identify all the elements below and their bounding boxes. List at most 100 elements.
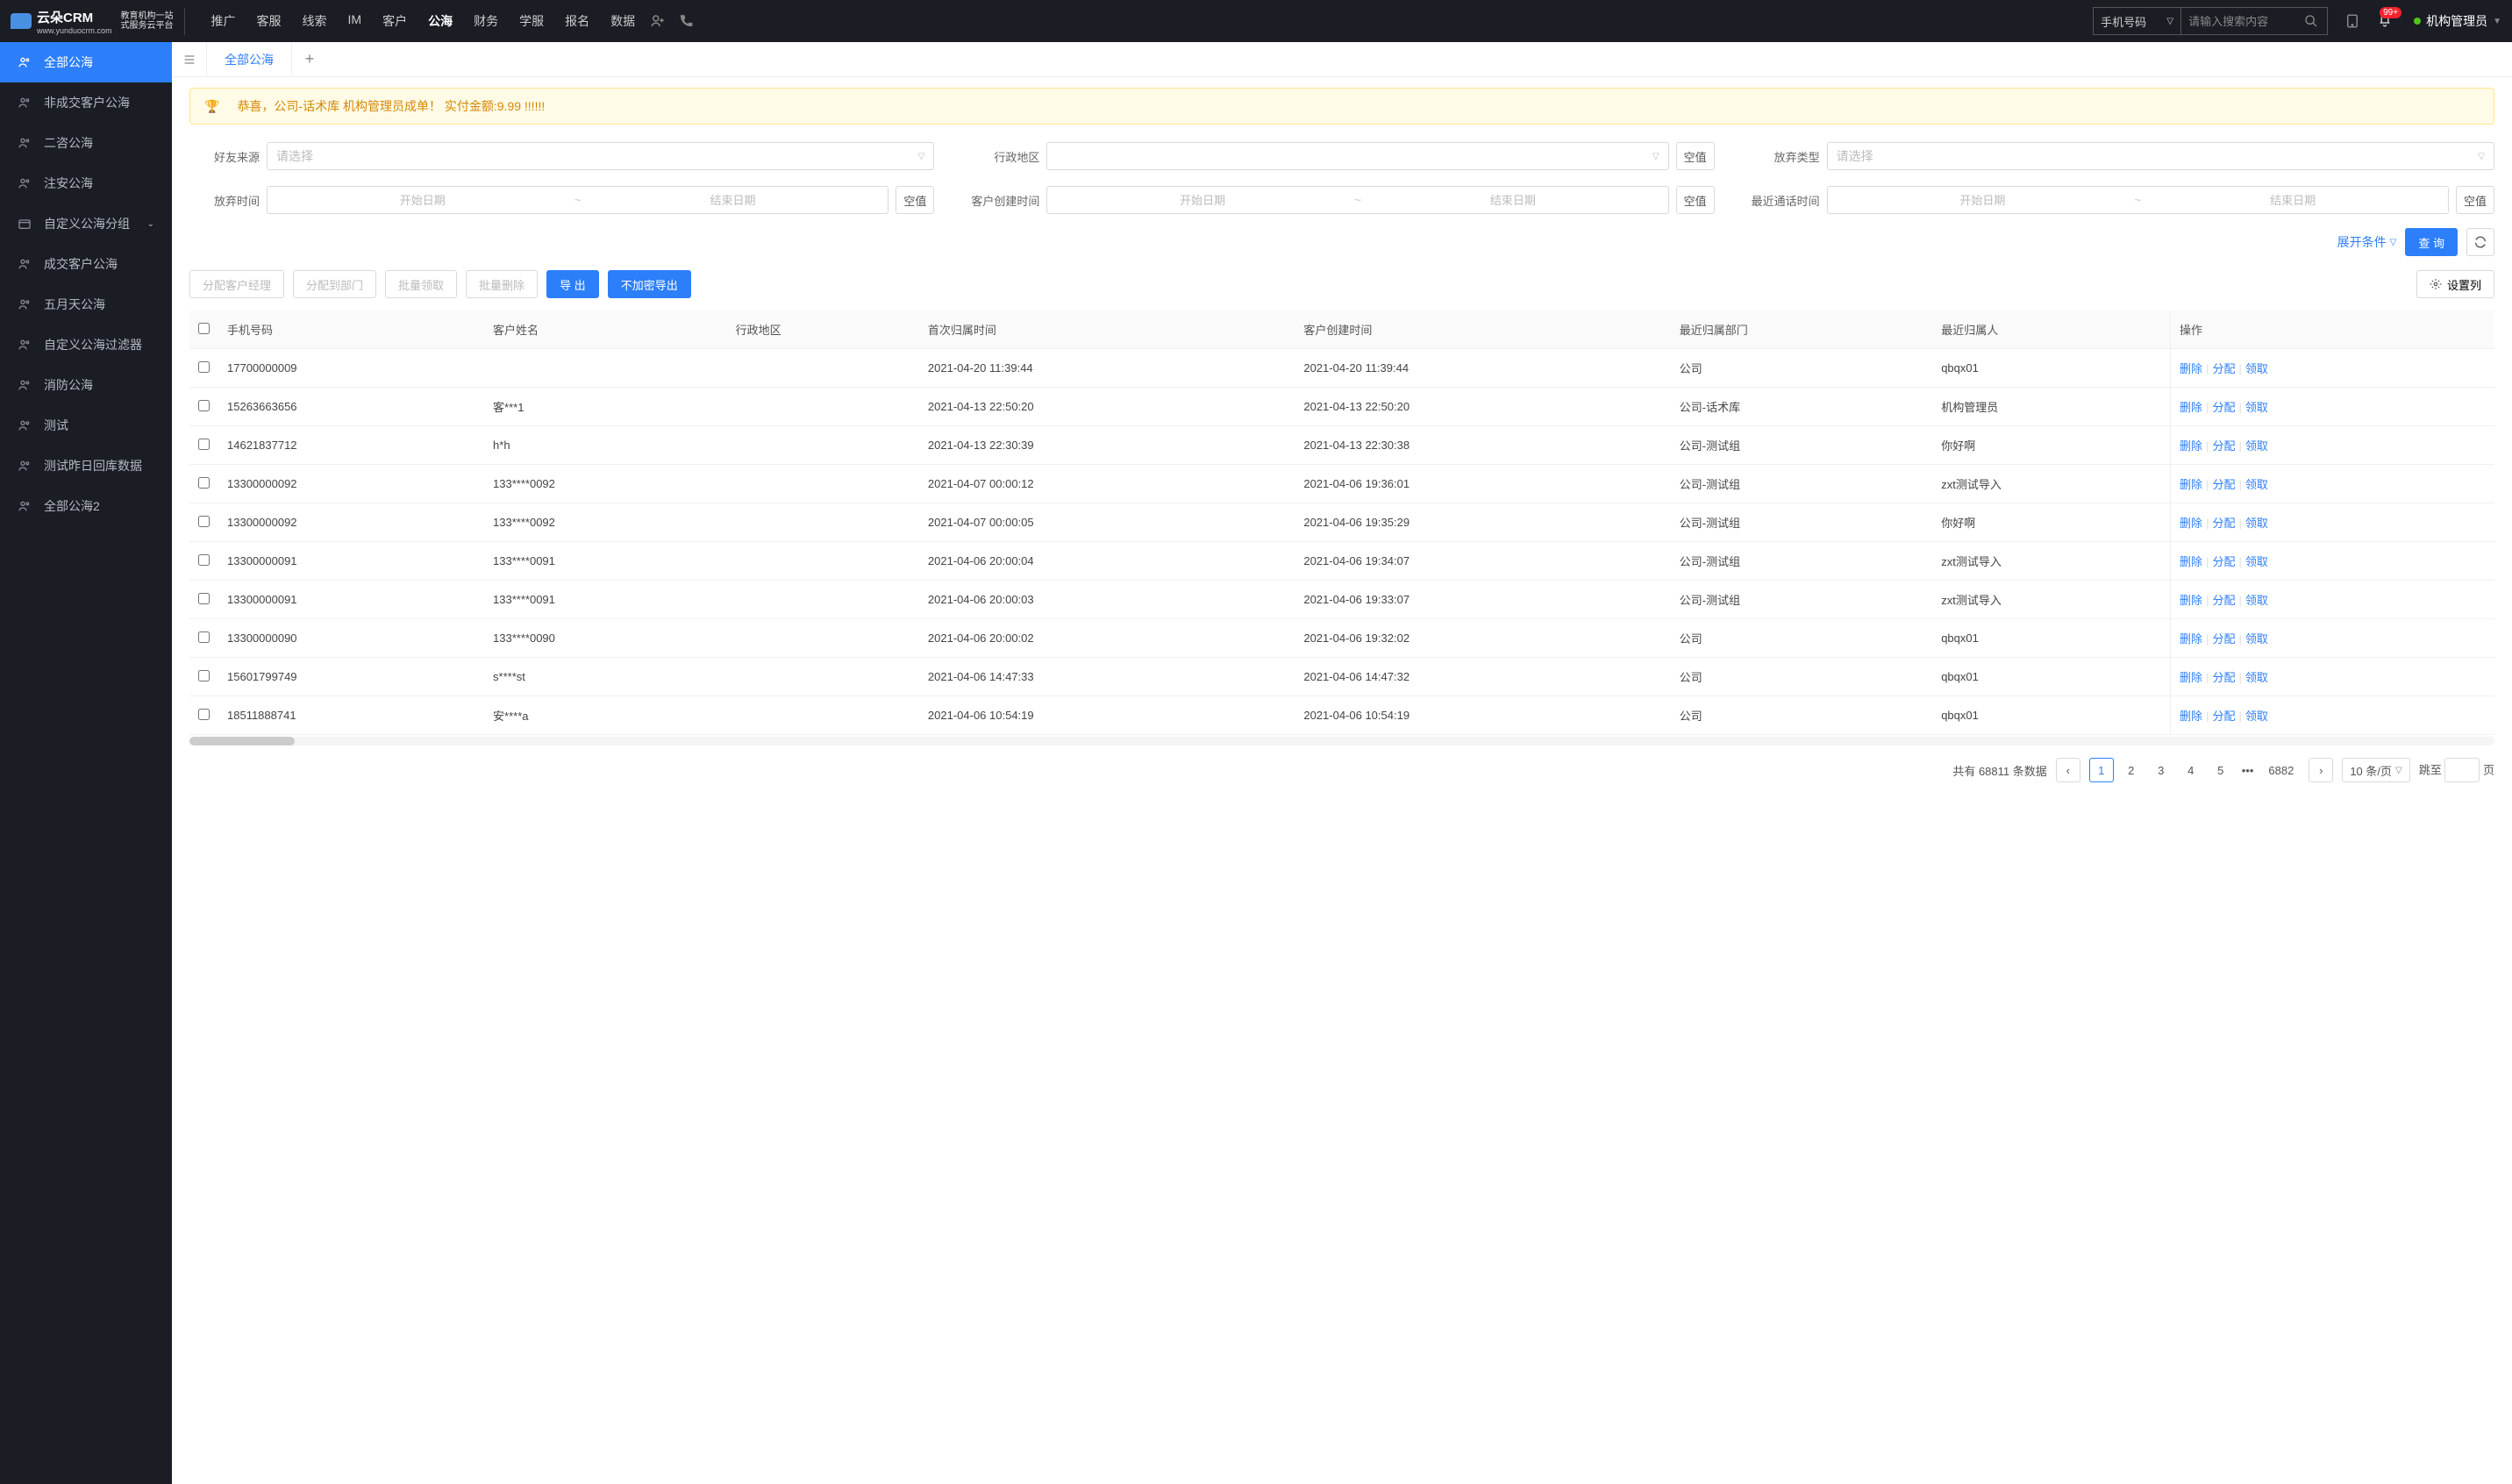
tablet-icon[interactable] bbox=[2344, 12, 2361, 30]
admin-area-select[interactable]: ▽ bbox=[1046, 142, 1668, 170]
take-link[interactable]: 领取 bbox=[2245, 555, 2268, 568]
tab-add-button[interactable]: + bbox=[292, 50, 327, 68]
sidebar-item[interactable]: 成交客户公海 bbox=[0, 244, 172, 284]
row-checkbox[interactable] bbox=[198, 554, 210, 566]
sidebar-item[interactable]: 消防公海 bbox=[0, 365, 172, 405]
call-time-clear-button[interactable]: 空值 bbox=[2456, 186, 2494, 214]
take-link[interactable]: 领取 bbox=[2245, 594, 2268, 607]
horizontal-scrollbar[interactable] bbox=[189, 737, 2494, 746]
row-checkbox[interactable] bbox=[198, 361, 210, 373]
sidebar-item[interactable]: 测试昨日回库数据 bbox=[0, 446, 172, 486]
search-icon[interactable] bbox=[2295, 8, 2327, 34]
page-number[interactable]: 5 bbox=[2209, 758, 2233, 782]
sidebar-item[interactable]: 测试 bbox=[0, 405, 172, 446]
call-time-range[interactable]: ~ bbox=[1827, 186, 2449, 214]
sidebar-item[interactable]: 自定义公海过滤器 bbox=[0, 325, 172, 365]
nav-item[interactable]: 报名 bbox=[556, 2, 598, 40]
row-checkbox[interactable] bbox=[198, 516, 210, 527]
take-link[interactable]: 领取 bbox=[2245, 632, 2268, 646]
sidebar-item[interactable]: 五月天公海 bbox=[0, 284, 172, 325]
sidebar-item[interactable]: 自定义公海分组⌄ bbox=[0, 203, 172, 244]
create-time-clear-button[interactable]: 空值 bbox=[1676, 186, 1715, 214]
abandon-type-select[interactable]: 请选择▽ bbox=[1827, 142, 2494, 170]
tabs-collapse-icon[interactable] bbox=[172, 42, 207, 77]
nav-item[interactable]: IM bbox=[339, 2, 371, 40]
row-checkbox[interactable] bbox=[198, 400, 210, 411]
take-link[interactable]: 领取 bbox=[2245, 362, 2268, 375]
assign-dept-button[interactable]: 分配到部门 bbox=[293, 270, 376, 298]
abandon-time-clear-button[interactable]: 空值 bbox=[896, 186, 934, 214]
row-checkbox[interactable] bbox=[198, 593, 210, 604]
select-all-checkbox[interactable] bbox=[198, 323, 210, 334]
user-menu[interactable]: 机构管理员 ▼ bbox=[2403, 12, 2501, 30]
take-link[interactable]: 领取 bbox=[2245, 517, 2268, 530]
nav-item[interactable]: 客户 bbox=[374, 2, 416, 40]
expand-filters-link[interactable]: 展开条件▽ bbox=[2337, 233, 2397, 251]
page-number[interactable]: 3 bbox=[2149, 758, 2173, 782]
row-checkbox[interactable] bbox=[198, 631, 210, 643]
friend-source-select[interactable]: 请选择▽ bbox=[267, 142, 934, 170]
assign-link[interactable]: 分配 bbox=[2212, 362, 2235, 375]
page-number[interactable]: 2 bbox=[2119, 758, 2144, 782]
bell-icon[interactable]: 99+ bbox=[2377, 12, 2393, 31]
abandon-time-range[interactable]: ~ bbox=[267, 186, 888, 214]
delete-link[interactable]: 删除 bbox=[2180, 362, 2202, 375]
take-link[interactable]: 领取 bbox=[2245, 710, 2268, 723]
delete-link[interactable]: 删除 bbox=[2180, 710, 2202, 723]
nav-item[interactable]: 客服 bbox=[248, 2, 290, 40]
prev-page-button[interactable]: ‹ bbox=[2056, 758, 2080, 782]
take-link[interactable]: 领取 bbox=[2245, 478, 2268, 491]
take-link[interactable]: 领取 bbox=[2245, 401, 2268, 414]
assign-link[interactable]: 分配 bbox=[2212, 594, 2235, 607]
tab-all-public[interactable]: 全部公海 bbox=[207, 42, 292, 77]
nav-item[interactable]: 公海 bbox=[419, 2, 461, 40]
sidebar-item[interactable]: 二咨公海 bbox=[0, 123, 172, 163]
take-link[interactable]: 领取 bbox=[2245, 671, 2268, 684]
jump-input[interactable] bbox=[2444, 758, 2480, 782]
sidebar-item[interactable]: 全部公海2 bbox=[0, 486, 172, 526]
add-user-icon[interactable] bbox=[649, 12, 667, 30]
page-number[interactable]: 4 bbox=[2179, 758, 2203, 782]
take-link[interactable]: 领取 bbox=[2245, 439, 2268, 453]
row-checkbox[interactable] bbox=[198, 709, 210, 720]
admin-area-clear-button[interactable]: 空值 bbox=[1676, 142, 1715, 170]
delete-link[interactable]: 删除 bbox=[2180, 555, 2202, 568]
refresh-icon[interactable] bbox=[2466, 228, 2494, 256]
sidebar-item[interactable]: 注安公海 bbox=[0, 163, 172, 203]
assign-link[interactable]: 分配 bbox=[2212, 710, 2235, 723]
nav-item[interactable]: 线索 bbox=[294, 2, 336, 40]
nav-item[interactable]: 学服 bbox=[510, 2, 553, 40]
nav-item[interactable]: 财务 bbox=[465, 2, 507, 40]
sidebar-item[interactable]: 非成交客户公海 bbox=[0, 82, 172, 123]
logo[interactable]: 云朵CRM www.yunduocrm.com 教育机构一站式服务云平台 bbox=[11, 8, 185, 35]
batch-take-button[interactable]: 批量领取 bbox=[385, 270, 457, 298]
search-type-select[interactable]: 手机号码▽ bbox=[2094, 8, 2181, 34]
export-button[interactable]: 导 出 bbox=[546, 270, 599, 298]
delete-link[interactable]: 删除 bbox=[2180, 517, 2202, 530]
delete-link[interactable]: 删除 bbox=[2180, 671, 2202, 684]
assign-manager-button[interactable]: 分配客户经理 bbox=[189, 270, 284, 298]
row-checkbox[interactable] bbox=[198, 439, 210, 450]
next-page-button[interactable]: › bbox=[2309, 758, 2333, 782]
sidebar-item[interactable]: 全部公海 bbox=[0, 42, 172, 82]
query-button[interactable]: 查 询 bbox=[2405, 228, 2458, 256]
row-checkbox[interactable] bbox=[198, 670, 210, 681]
create-time-range[interactable]: ~ bbox=[1046, 186, 1668, 214]
columns-button[interactable]: 设置列 bbox=[2416, 270, 2494, 298]
assign-link[interactable]: 分配 bbox=[2212, 478, 2235, 491]
assign-link[interactable]: 分配 bbox=[2212, 401, 2235, 414]
delete-link[interactable]: 删除 bbox=[2180, 594, 2202, 607]
assign-link[interactable]: 分配 bbox=[2212, 439, 2235, 453]
nav-item[interactable]: 数据 bbox=[602, 2, 644, 40]
row-checkbox[interactable] bbox=[198, 477, 210, 489]
delete-link[interactable]: 删除 bbox=[2180, 439, 2202, 453]
delete-link[interactable]: 删除 bbox=[2180, 401, 2202, 414]
delete-link[interactable]: 删除 bbox=[2180, 478, 2202, 491]
last-page-button[interactable]: 6882 bbox=[2262, 758, 2300, 782]
assign-link[interactable]: 分配 bbox=[2212, 555, 2235, 568]
phone-icon[interactable] bbox=[677, 12, 695, 30]
page-size-select[interactable]: 10 条/页▽ bbox=[2342, 758, 2409, 782]
assign-link[interactable]: 分配 bbox=[2212, 517, 2235, 530]
nav-item[interactable]: 推广 bbox=[203, 2, 245, 40]
page-number[interactable]: 1 bbox=[2089, 758, 2114, 782]
